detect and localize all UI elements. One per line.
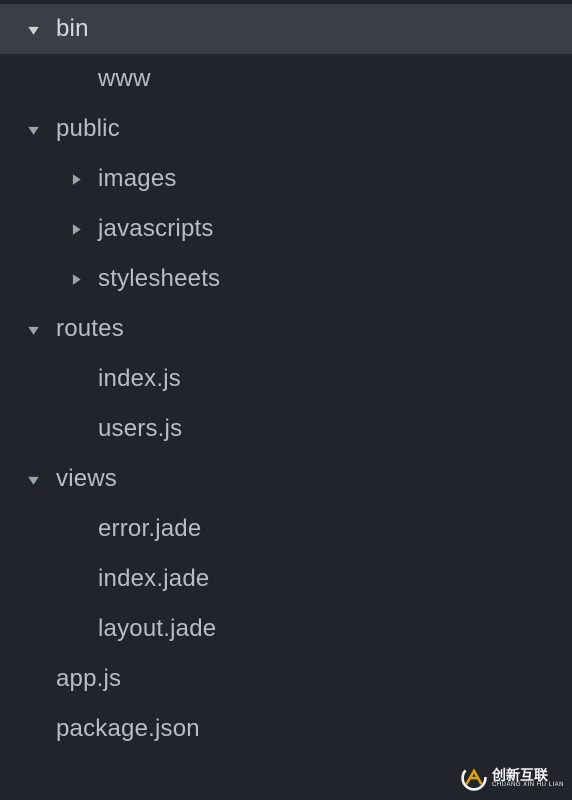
file-users-js[interactable]: users.js (0, 404, 572, 454)
chevron-down-icon (22, 318, 44, 340)
file-label: package.json (44, 715, 200, 743)
chevron-right-icon (64, 218, 86, 240)
file-tree: bin www public images javascripts styles… (0, 0, 572, 758)
file-label: index.js (86, 365, 181, 393)
file-label: www (86, 65, 151, 93)
chevron-down-icon (22, 18, 44, 40)
file-www[interactable]: www (0, 54, 572, 104)
file-label: error.jade (86, 515, 201, 543)
folder-routes[interactable]: routes (0, 304, 572, 354)
file-error-jade[interactable]: error.jade (0, 504, 572, 554)
file-index-jade[interactable]: index.jade (0, 554, 572, 604)
folder-label: public (44, 115, 120, 143)
chevron-down-icon (22, 468, 44, 490)
folder-label: views (44, 465, 117, 493)
file-layout-jade[interactable]: layout.jade (0, 604, 572, 654)
folder-views[interactable]: views (0, 454, 572, 504)
folder-label: images (86, 165, 177, 193)
folder-label: routes (44, 315, 124, 343)
file-label: users.js (86, 415, 182, 443)
folder-public[interactable]: public (0, 104, 572, 154)
logo-icon (460, 764, 488, 792)
folder-images[interactable]: images (0, 154, 572, 204)
chevron-right-icon (64, 168, 86, 190)
chevron-down-icon (22, 118, 44, 140)
folder-label: javascripts (86, 215, 214, 243)
watermark: 创新互联 CHUANG XIN HU LIAN (460, 764, 564, 792)
folder-label: bin (44, 15, 89, 43)
file-package-json[interactable]: package.json (0, 704, 572, 754)
file-app-js[interactable]: app.js (0, 654, 572, 704)
folder-stylesheets[interactable]: stylesheets (0, 254, 572, 304)
folder-javascripts[interactable]: javascripts (0, 204, 572, 254)
file-label: layout.jade (86, 615, 216, 643)
chevron-right-icon (64, 268, 86, 290)
watermark-sub: CHUANG XIN HU LIAN (492, 782, 564, 788)
folder-bin[interactable]: bin (0, 4, 572, 54)
watermark-text: 创新互联 CHUANG XIN HU LIAN (492, 768, 564, 788)
folder-label: stylesheets (86, 265, 220, 293)
watermark-main: 创新互联 (492, 768, 564, 782)
file-label: app.js (44, 665, 121, 693)
file-index-js[interactable]: index.js (0, 354, 572, 404)
file-label: index.jade (86, 565, 209, 593)
